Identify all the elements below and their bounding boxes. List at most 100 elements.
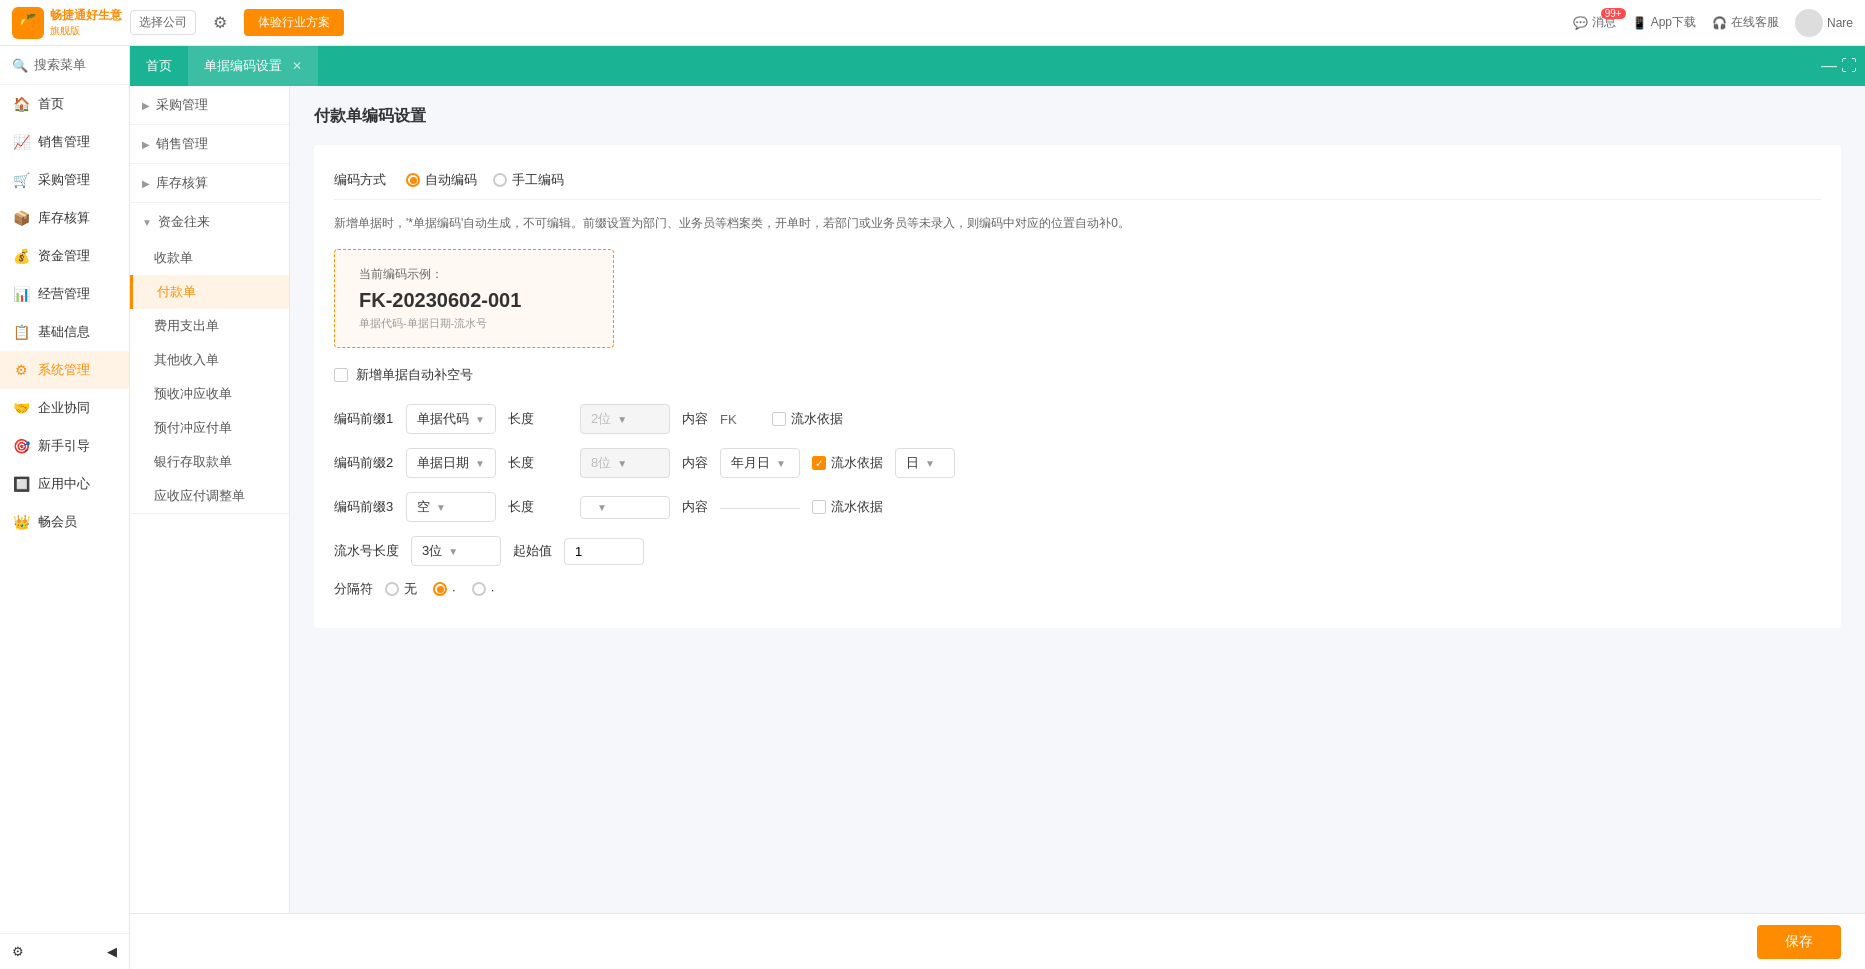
prefix3-arrow-icon: ▼ — [436, 502, 446, 513]
sub-item-expense[interactable]: 费用支出单 — [130, 309, 289, 343]
sidebar-nav: 🏠 首页 📈 销售管理 🛒 采购管理 📦 库存核算 💰 资金管理 📊 经 — [0, 85, 129, 933]
prefix1-arrow-icon: ▼ — [475, 414, 485, 425]
tab-home[interactable]: 首页 — [130, 46, 188, 86]
auto-code-radio[interactable] — [406, 173, 420, 187]
start-value-input[interactable] — [564, 538, 644, 565]
manual-code-radio[interactable] — [493, 173, 507, 187]
header-right: 💬 消息 99+ 📱 App下载 🎧 在线客服 Nare — [1573, 9, 1853, 37]
sub-group-fund-header[interactable]: ▼ 资金往来 — [130, 203, 289, 241]
content-area: ▶ 采购管理 ▶ 销售管理 ▶ 库存核算 — [130, 86, 1865, 913]
sidebar-item-sales[interactable]: 📈 销售管理 — [0, 123, 129, 161]
sub-item-prepay-offset[interactable]: 预收冲应收单 — [130, 377, 289, 411]
autofill-label: 新增单据自动补空号 — [356, 366, 473, 384]
length1-select[interactable]: 2位 ▼ — [580, 404, 670, 434]
logo-icon: 🍊 — [12, 7, 44, 39]
sidebar-item-system[interactable]: ⚙ 系统管理 — [0, 351, 129, 389]
trial-button[interactable]: 体验行业方案 — [244, 9, 344, 36]
sidebar-item-purchase[interactable]: 🛒 采购管理 — [0, 161, 129, 199]
prefix1-label: 编码前缀1 — [334, 410, 394, 428]
sidebar-item-home[interactable]: 🏠 首页 — [0, 85, 129, 123]
auto-code-option[interactable]: 自动编码 — [406, 171, 477, 189]
sub-group-inventory-header[interactable]: ▶ 库存核算 — [130, 164, 289, 202]
app-download-button[interactable]: 📱 App下载 — [1632, 14, 1696, 31]
avatar — [1795, 9, 1823, 37]
search-icon: 🔍 — [12, 58, 28, 73]
bottom-bar: 保存 — [130, 913, 1865, 969]
serial2-option-select[interactable]: 日 ▼ — [895, 448, 955, 478]
sidebar: 🔍 搜索菜单 🏠 首页 📈 销售管理 🛒 采购管理 📦 库存核算 💰 — [0, 46, 130, 969]
sep-none-radio[interactable] — [385, 582, 399, 596]
serial2-option-arrow-icon: ▼ — [925, 458, 935, 469]
serial3-checkbox[interactable] — [812, 500, 826, 514]
prefix2-arrow-icon: ▼ — [475, 458, 485, 469]
serial3-label: 流水依据 — [831, 498, 883, 516]
sep-dash-option[interactable]: · — [433, 582, 456, 597]
sub-item-advance-offset[interactable]: 预付冲应付单 — [130, 411, 289, 445]
sub-item-adjust[interactable]: 应收应付调整单 — [130, 479, 289, 513]
sub-item-payment[interactable]: 付款单 — [130, 275, 289, 309]
sep-dot-radio[interactable] — [472, 582, 486, 596]
prefix3-select[interactable]: 空 ▼ — [406, 492, 496, 522]
content2-select[interactable]: 年月日 ▼ — [720, 448, 800, 478]
length2-select[interactable]: 8位 ▼ — [580, 448, 670, 478]
settings-icon[interactable]: ⚙ — [206, 9, 234, 37]
separator-options: 无 · · — [385, 580, 494, 598]
user-area[interactable]: Nare — [1795, 9, 1853, 37]
serial2-checkbox-group: ✓ 流水依据 — [812, 454, 883, 472]
logo-area: 🍊 畅捷通好生意 旗舰版 — [12, 7, 122, 39]
sidebar-footer: ⚙ ◀ — [0, 933, 129, 969]
member-icon: 👑 — [12, 513, 30, 531]
tab-minimize-icon[interactable]: — — [1821, 57, 1837, 75]
length3-select[interactable]: ▼ — [580, 496, 670, 519]
encoding-settings-box: 编码方式 自动编码 手工编码 — [314, 145, 1841, 628]
manual-code-option[interactable]: 手工编码 — [493, 171, 564, 189]
content3-label: 内容 — [682, 498, 708, 516]
sidebar-item-member[interactable]: 👑 畅会员 — [0, 503, 129, 541]
search-menu[interactable]: 🔍 搜索菜单 — [0, 46, 129, 85]
sidebar-item-fund[interactable]: 💰 资金管理 — [0, 237, 129, 275]
sep-dash-radio[interactable] — [433, 582, 447, 596]
prefix-row-3: 编码前缀3 空 ▼ 长度 ▼ 内容 — [334, 492, 1821, 522]
app-icon: 🔲 — [12, 475, 30, 493]
sep-dot-option[interactable]: · — [472, 582, 495, 597]
serial-length-select[interactable]: 3位 ▼ — [411, 536, 501, 566]
serial-length-row: 流水号长度 3位 ▼ 起始值 — [334, 536, 1821, 566]
serial1-label: 流水依据 — [791, 410, 843, 428]
serial1-checkbox[interactable] — [772, 412, 786, 426]
sidebar-item-basic[interactable]: 📋 基础信息 — [0, 313, 129, 351]
footer-settings-icon[interactable]: ⚙ — [12, 944, 24, 959]
sidebar-item-management[interactable]: 📊 经营管理 — [0, 275, 129, 313]
sidebar-item-enterprise[interactable]: 🤝 企业协同 — [0, 389, 129, 427]
sub-group-purchase: ▶ 采购管理 — [130, 86, 289, 125]
sep-none-option[interactable]: 无 — [385, 580, 417, 598]
autofill-checkbox[interactable] — [334, 368, 348, 382]
header-controls: 选择公司 ⚙ 体验行业方案 — [130, 9, 344, 37]
sidebar-item-guide[interactable]: 🎯 新手引导 — [0, 427, 129, 465]
prefix1-select[interactable]: 单据代码 ▼ — [406, 404, 496, 434]
footer-collapse-icon[interactable]: ◀ — [107, 944, 117, 959]
sub-item-bank[interactable]: 银行存取款单 — [130, 445, 289, 479]
length1-arrow-icon: ▼ — [617, 414, 627, 425]
system-icon: ⚙ — [12, 361, 30, 379]
online-service-button[interactable]: 🎧 在线客服 — [1712, 14, 1779, 31]
tab-maximize-icon[interactable]: ⛶ — [1841, 57, 1857, 75]
prefix2-select[interactable]: 单据日期 ▼ — [406, 448, 496, 478]
sub-group-purchase-header[interactable]: ▶ 采购管理 — [130, 86, 289, 124]
inventory-icon: 📦 — [12, 209, 30, 227]
sidebar-item-inventory[interactable]: 📦 库存核算 — [0, 199, 129, 237]
save-button[interactable]: 保存 — [1757, 925, 1841, 959]
tab-doc-code[interactable]: 单据编码设置 ✕ — [188, 46, 318, 86]
headset-icon: 🎧 — [1712, 16, 1727, 30]
sidebar-item-app[interactable]: 🔲 应用中心 — [0, 465, 129, 503]
sub-item-receipt[interactable]: 收款单 — [130, 241, 289, 275]
length3-arrow-icon: ▼ — [597, 502, 607, 513]
tab-close-icon[interactable]: ✕ — [292, 59, 302, 73]
right-area: 首页 单据编码设置 ✕ — ⛶ ▶ 采购管理 — [130, 46, 1865, 969]
message-button[interactable]: 💬 消息 99+ — [1573, 14, 1616, 31]
length1-label: 长度 — [508, 410, 568, 428]
sub-group-sales-header[interactable]: ▶ 销售管理 — [130, 125, 289, 163]
company-select[interactable]: 选择公司 — [130, 10, 196, 35]
preview-label: 当前编码示例： — [359, 266, 589, 283]
serial2-checkbox[interactable]: ✓ — [812, 456, 826, 470]
sub-item-other-income[interactable]: 其他收入单 — [130, 343, 289, 377]
